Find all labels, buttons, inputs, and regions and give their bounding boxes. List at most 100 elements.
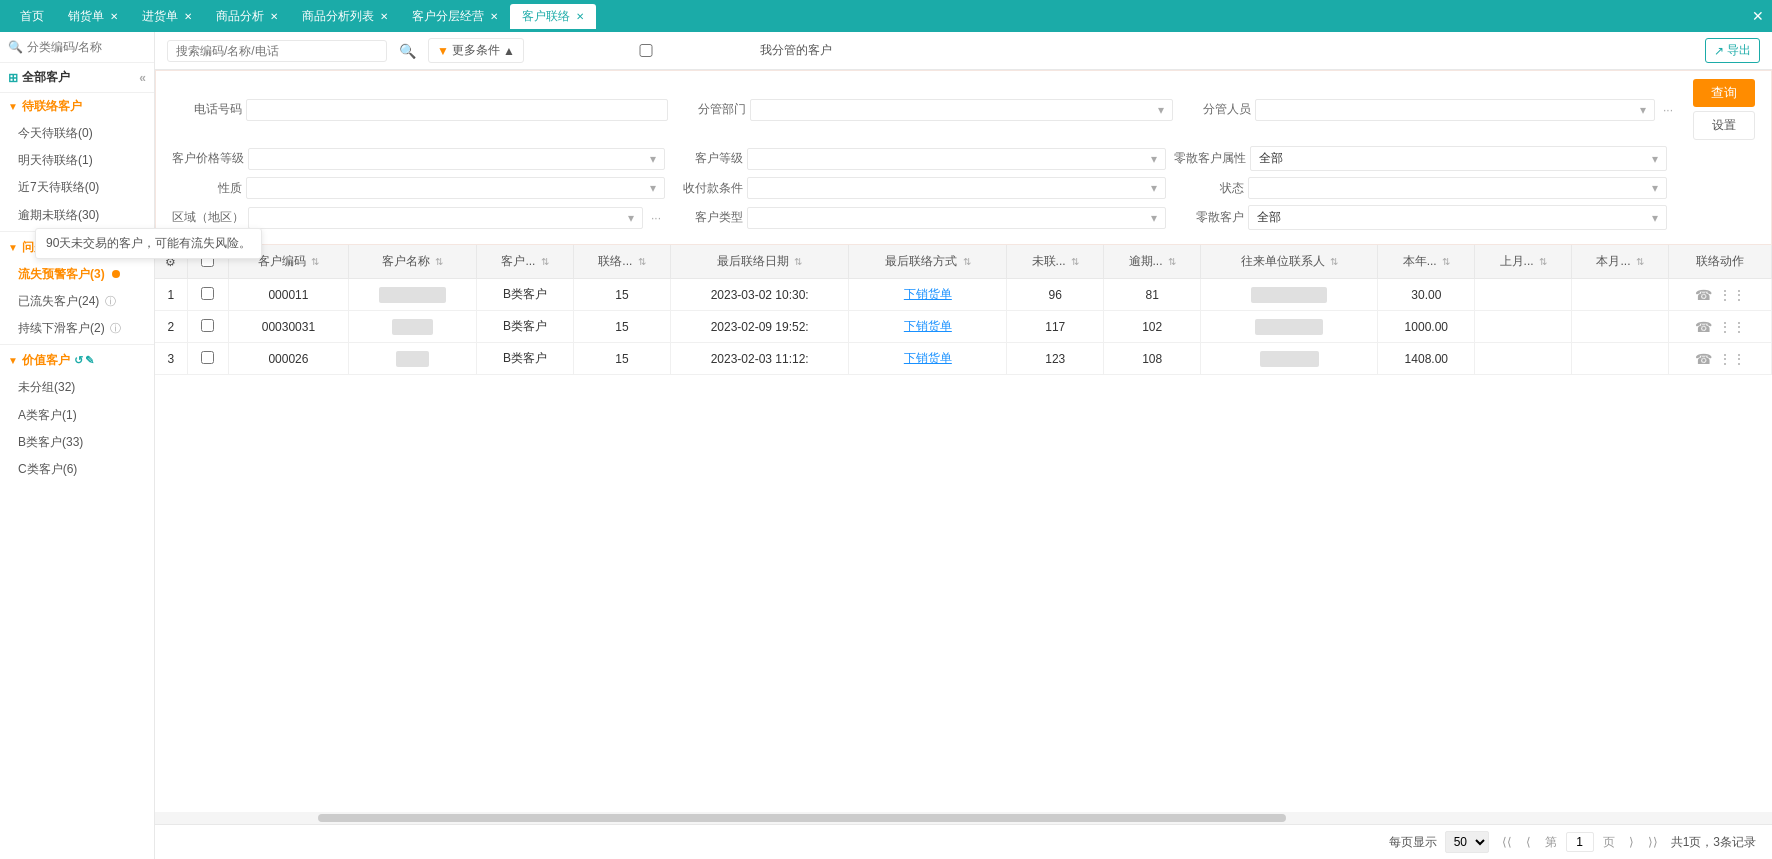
tooltip-problem: 90天未交易的客户，可能有流失风险。	[35, 228, 155, 259]
page-number-input[interactable]	[1566, 832, 1594, 852]
settings-button[interactable]: 设置	[1693, 111, 1755, 140]
close-analysis-icon[interactable]: ✕	[270, 11, 278, 22]
my-customers-checkbox[interactable]	[536, 44, 756, 57]
window-close-icon[interactable]: ✕	[1752, 8, 1764, 24]
filter-scatter-attr-select[interactable]: 全部 ▾	[1250, 146, 1667, 171]
nav-tab-purchase[interactable]: 进货单 ✕	[130, 4, 204, 29]
scatter-attr-arrow-icon: ▾	[1652, 152, 1658, 166]
action-more-icon[interactable]: ⋮⋮	[1718, 287, 1746, 303]
action-contact-icon[interactable]: ☎	[1695, 319, 1712, 335]
sidebar-item-b-class[interactable]: B类客户(33)	[0, 429, 154, 456]
query-button[interactable]: 查询	[1693, 79, 1755, 107]
filter-phone-input[interactable]	[246, 99, 668, 121]
filter-nature-select[interactable]: ▾	[246, 177, 665, 199]
table-thisyear-header[interactable]: 本年... ⇅	[1378, 245, 1475, 279]
next-page-btn[interactable]: ⟩	[1624, 833, 1639, 851]
row-lastmethod[interactable]: 下销货单	[849, 343, 1007, 375]
last-page-btn[interactable]: ⟩⟩	[1643, 833, 1663, 851]
filter-status-select[interactable]: ▾	[1248, 177, 1667, 199]
arrow-pending-icon: ▼	[8, 101, 18, 112]
row-check[interactable]	[187, 311, 229, 343]
table-lastdate-header[interactable]: 最后联络日期 ⇅	[670, 245, 848, 279]
filter-cust-level-select[interactable]: ▾	[747, 148, 1166, 170]
action-contact-icon[interactable]: ☎	[1695, 351, 1712, 367]
row-unitcontact: ██ ███...	[1201, 311, 1378, 343]
action-more-icon[interactable]: ⋮⋮	[1718, 351, 1746, 367]
filter-payment-select[interactable]: ▾	[747, 177, 1166, 199]
table-thismonth-header[interactable]: 本月... ⇅	[1572, 245, 1669, 279]
nav-tab-analysis-list[interactable]: 商品分析列表 ✕	[290, 4, 400, 29]
first-page-btn[interactable]: ⟨⟨	[1497, 833, 1517, 851]
row-checkbox[interactable]	[201, 319, 214, 332]
sidebar-item-churn-warning[interactable]: 流失预警客户(3)	[0, 261, 154, 288]
my-customers-checkbox-label[interactable]: 我分管的客户	[536, 42, 832, 59]
customers-table: ⚙ 客户编码 ⇅ 客户名称 ⇅ 客户... ⇅	[155, 245, 1772, 375]
sidebar-item-unclassified[interactable]: 未分组(32)	[0, 374, 154, 401]
filter-cust-type-select[interactable]: ▾	[747, 207, 1166, 229]
table-name-header[interactable]: 客户名称 ⇅	[348, 245, 476, 279]
table-type-header[interactable]: 客户... ⇅	[477, 245, 574, 279]
filter-scatter-cust-select[interactable]: 全部 ▾	[1248, 205, 1667, 230]
prev-page-btn[interactable]: ⟨	[1521, 833, 1536, 851]
region-dots-btn[interactable]: ···	[647, 209, 665, 227]
row-checkbox[interactable]	[201, 351, 214, 364]
action-more-icon[interactable]: ⋮⋮	[1718, 319, 1746, 335]
table-unitcontact-header[interactable]: 往来单位联系人 ⇅	[1201, 245, 1378, 279]
close-customer-contact-icon[interactable]: ✕	[576, 11, 584, 22]
close-sales-icon[interactable]: ✕	[110, 11, 118, 22]
sidebar-item-churned[interactable]: 已流失客户(24) ⓘ	[0, 288, 154, 315]
row-lastmethod[interactable]: 下销货单	[849, 279, 1007, 311]
per-page-select[interactable]: 50	[1445, 831, 1489, 853]
sidebar-search-input[interactable]	[27, 40, 155, 54]
filter-dept-label: 分管部门	[676, 101, 746, 118]
sidebar-item-overdue[interactable]: 逾期未联络(30)	[0, 202, 154, 229]
table-uncontact-header[interactable]: 未联... ⇅	[1007, 245, 1104, 279]
action-contact-icon[interactable]: ☎	[1695, 287, 1712, 303]
row-checkbox[interactable]	[201, 287, 214, 300]
row-check[interactable]	[187, 279, 229, 311]
nav-tab-analysis[interactable]: 商品分析 ✕	[204, 4, 290, 29]
table-overdue-header[interactable]: 逾期... ⇅	[1104, 245, 1201, 279]
row-check[interactable]	[187, 343, 229, 375]
nav-tab-home[interactable]: 首页	[8, 4, 56, 29]
sidebar-item-7days[interactable]: 近7天待联络(0)	[0, 174, 154, 201]
sidebar-item-a-class[interactable]: A类客户(1)	[0, 402, 154, 429]
nav-tab-customer-contact[interactable]: 客户联络 ✕	[510, 4, 596, 29]
search-btn-icon[interactable]: 🔍	[399, 43, 416, 59]
filter-dept-select[interactable]: ▾	[750, 99, 1172, 121]
refresh-value-icon[interactable]: ↺	[74, 354, 83, 367]
filter-price-level-select[interactable]: ▾	[248, 148, 665, 170]
sidebar-all-customers[interactable]: ⊞ 全部客户 «	[0, 63, 154, 93]
filter-region-select[interactable]: ▾	[248, 207, 643, 229]
table-contact-header[interactable]: 联络... ⇅	[574, 245, 671, 279]
table-lastmethod-header[interactable]: 最后联络方式 ⇅	[849, 245, 1007, 279]
close-purchase-icon[interactable]: ✕	[184, 11, 192, 22]
more-conditions-btn[interactable]: ▼ 更多条件 ▲	[428, 38, 524, 63]
horizontal-scrollbar[interactable]	[155, 812, 1772, 824]
close-analysis-list-icon[interactable]: ✕	[380, 11, 388, 22]
row-lastmethod[interactable]: 下销货单	[849, 311, 1007, 343]
sidebar-item-c-class[interactable]: C类客户(6)	[0, 456, 154, 483]
lastdate-sort-icon: ⇅	[794, 256, 802, 267]
manager-dots-btn[interactable]: ···	[1659, 101, 1677, 119]
row-thisyear: 1408.00	[1378, 343, 1475, 375]
row-overdue: 102	[1104, 311, 1201, 343]
sidebar-item-tomorrow[interactable]: 明天待联络(1)	[0, 147, 154, 174]
top-nav: 首页 销货单 ✕ 进货单 ✕ 商品分析 ✕ 商品分析列表 ✕ 客户分层经营 ✕ …	[0, 0, 1772, 32]
filter-scatter-cust: 零散客户 全部 ▾	[1174, 205, 1667, 230]
sidebar-section-value[interactable]: ▼ 价值客户 ↺ ✎	[0, 347, 154, 374]
search-input[interactable]	[167, 40, 387, 62]
nav-tab-customer-layer[interactable]: 客户分层经营 ✕	[400, 4, 510, 29]
sidebar-item-today[interactable]: 今天待联络(0)	[0, 120, 154, 147]
filter-manager-select[interactable]: ▾	[1255, 99, 1655, 121]
close-customer-layer-icon[interactable]: ✕	[490, 11, 498, 22]
scroll-thumb[interactable]	[318, 814, 1286, 822]
export-btn[interactable]: ↗ 导出	[1705, 38, 1760, 63]
nav-tab-sales[interactable]: 销货单 ✕	[56, 4, 130, 29]
edit-value-icon[interactable]: ✎	[85, 354, 94, 367]
row-no: 3	[155, 343, 187, 375]
sidebar-section-pending[interactable]: ▼ 待联络客户	[0, 93, 154, 120]
sidebar-item-declining[interactable]: 持续下滑客户(2) ⓘ	[0, 315, 154, 342]
table-lastmonth-header[interactable]: 上月... ⇅	[1475, 245, 1572, 279]
collapse-icon[interactable]: «	[139, 71, 146, 85]
